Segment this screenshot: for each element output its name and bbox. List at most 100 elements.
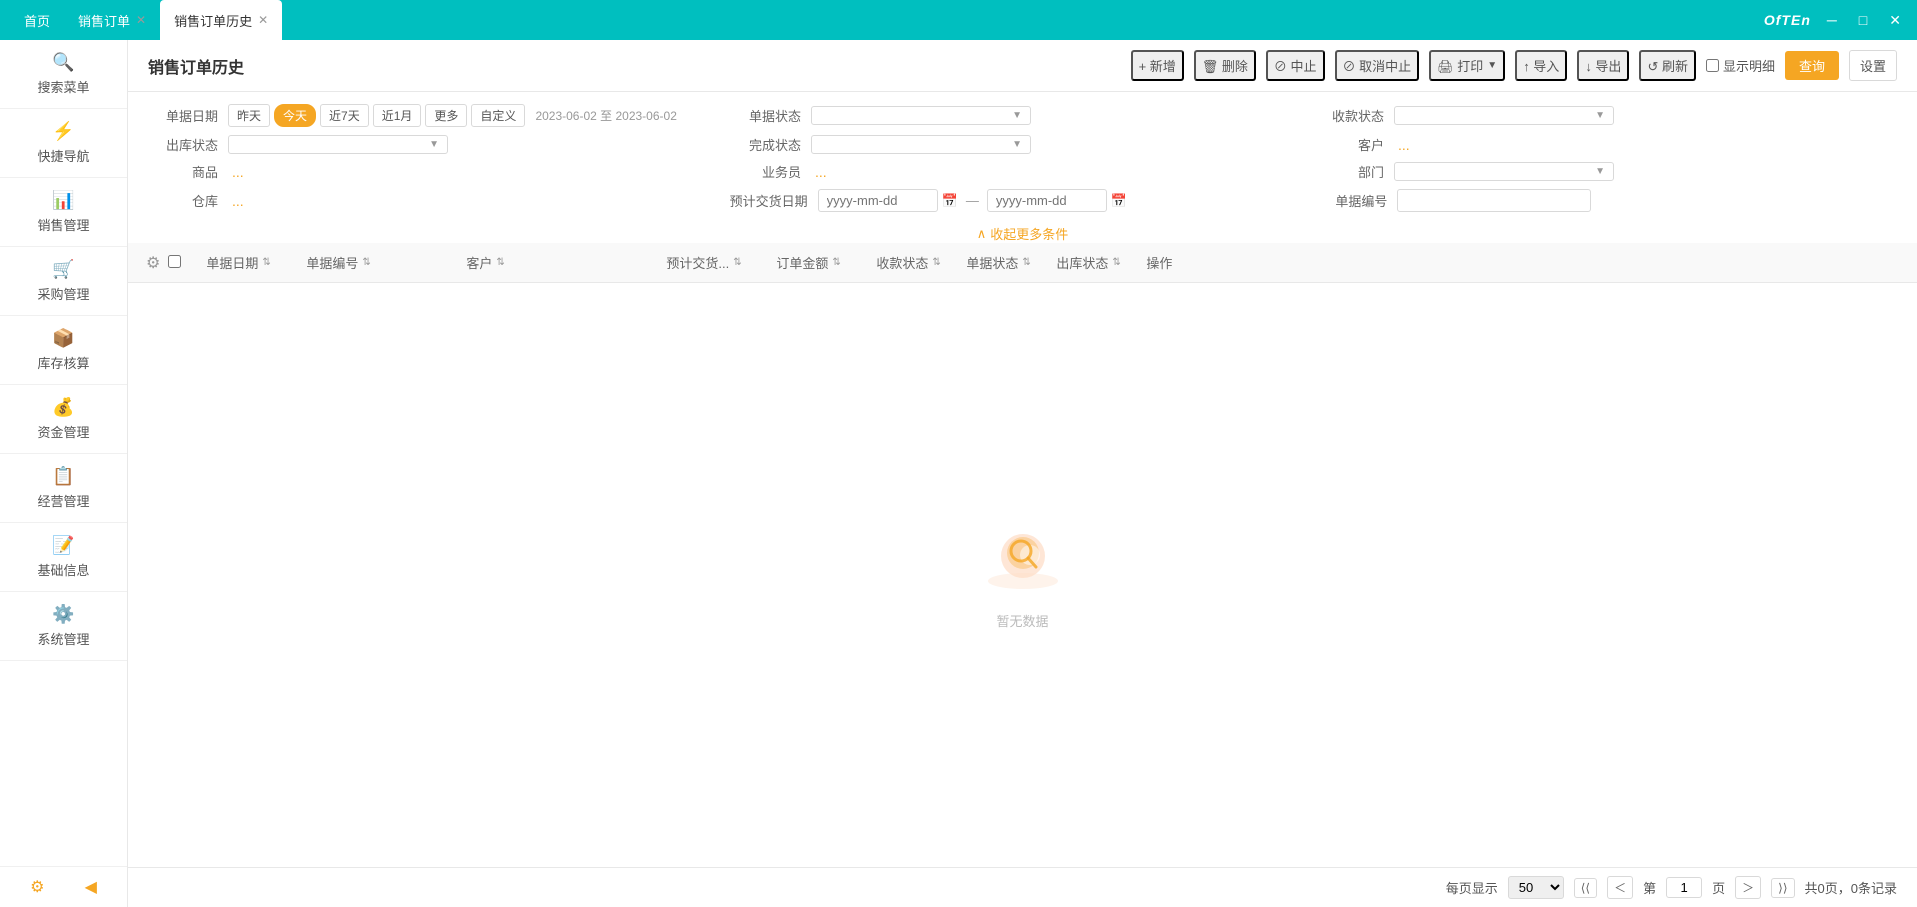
th-delivery[interactable]: 预计交货... ⇅ xyxy=(658,253,768,272)
page-size-select[interactable]: 50 10 20 100 xyxy=(1508,876,1564,899)
tab-sales-order[interactable]: 销售订单 ✕ xyxy=(64,0,160,40)
date-btn-yesterday[interactable]: 昨天 xyxy=(228,104,270,127)
th-delivery-sort-icon: ⇅ xyxy=(733,257,741,268)
collapse-sidebar-icon[interactable]: ◀ xyxy=(85,877,97,897)
minimize-button[interactable]: ─ xyxy=(1821,10,1843,30)
export-button[interactable]: ↓ 导出 xyxy=(1577,50,1629,81)
add-button[interactable]: + 新增 xyxy=(1131,50,1184,81)
sidebar-item-inventory[interactable]: 📦 库存核算 xyxy=(0,316,127,385)
complete-dropdown-icon: ▼ xyxy=(1012,139,1022,150)
salesperson-ellipsis-btn[interactable]: ... xyxy=(811,164,831,180)
filter-panel: 单据日期 昨天 今天 近7天 近1月 更多 自定义 2023-06-02 至 2… xyxy=(128,92,1917,243)
th-payment-label: 收款状态 xyxy=(876,253,928,272)
maximize-button[interactable]: □ xyxy=(1853,10,1873,30)
cancel-stop-button[interactable]: ⊘ 取消中止 xyxy=(1335,50,1420,81)
table-settings-icon[interactable]: ⚙ xyxy=(138,253,168,273)
goods-label: 商品 xyxy=(148,162,228,181)
sidebar-item-operation[interactable]: 📋 经营管理 xyxy=(0,454,127,523)
warehouse-ellipsis-btn[interactable]: ... xyxy=(228,193,248,209)
import-button-label: ↑ 导入 xyxy=(1523,56,1559,75)
sidebar-item-system[interactable]: ⚙️ 系统管理 xyxy=(0,592,127,661)
empty-illustration xyxy=(978,521,1068,601)
display-detail-check[interactable] xyxy=(1706,59,1719,72)
warehouse-filter-control: ... xyxy=(228,193,728,209)
last-page-button[interactable]: ⟩⟩ xyxy=(1771,878,1794,898)
cal-from-icon[interactable]: 📅 xyxy=(942,193,958,209)
warehouse-label: 仓库 xyxy=(148,191,228,210)
th-outstatus-label: 出库状态 xyxy=(1056,253,1108,272)
tab-sales-order-close[interactable]: ✕ xyxy=(136,13,146,27)
date-btn-7days[interactable]: 近7天 xyxy=(320,104,369,127)
first-page-button[interactable]: ⟨⟨ xyxy=(1574,878,1597,898)
date-label: 单据日期 xyxy=(148,106,228,125)
quicknav-icon: ⚡ xyxy=(52,121,74,142)
sidebar-item-sales[interactable]: 📊 销售管理 xyxy=(0,178,127,247)
department-dropdown-icon: ▼ xyxy=(1595,166,1605,177)
date-range-text: 2023-06-02 至 2023-06-02 xyxy=(535,107,676,124)
close-button[interactable]: ✕ xyxy=(1883,10,1907,31)
display-detail-checkbox[interactable]: 显示明细 xyxy=(1706,56,1775,75)
delivery-date-from[interactable] xyxy=(818,189,938,212)
finance-icon: 💰 xyxy=(52,397,74,418)
current-page-input[interactable] xyxy=(1666,877,1702,898)
th-date-sort-icon: ⇅ xyxy=(262,257,270,268)
print-button[interactable]: 🖨 打印 ▼ xyxy=(1429,50,1505,81)
th-docstatus[interactable]: 单据状态 ⇅ xyxy=(958,253,1048,272)
settings-gear-icon[interactable]: ⚙ xyxy=(30,877,44,897)
department-select[interactable]: ▼ xyxy=(1394,162,1614,181)
select-all-checkbox[interactable] xyxy=(168,255,181,268)
sidebar-item-search[interactable]: 🔍 搜索菜单 xyxy=(0,40,127,109)
cal-to-icon[interactable]: 📅 xyxy=(1111,193,1127,209)
th-date[interactable]: 单据日期 ⇅ xyxy=(198,253,298,272)
query-button[interactable]: 查询 xyxy=(1785,51,1839,80)
th-docno[interactable]: 单据编号 ⇅ xyxy=(298,253,458,272)
sidebar-item-purchase[interactable]: 🛒 采购管理 xyxy=(0,247,127,316)
table-area: ⚙ 单据日期 ⇅ 单据编号 ⇅ 客户 ⇅ 预计交货... xyxy=(128,243,1917,867)
page-header: 销售订单历史 + 新增 🗑 删除 ⊘ 中止 ⊘ 取消中止 🖨 打印 ▼ xyxy=(128,40,1917,92)
delete-button[interactable]: 🗑 删除 xyxy=(1194,50,1256,81)
delivery-date-filter-control: 📅 — 📅 xyxy=(818,189,1318,212)
date-dash: — xyxy=(966,193,979,208)
th-outstatus-sort-icon: ⇅ xyxy=(1112,257,1120,268)
collapse-more-btn[interactable]: ∧ 收起更多条件 xyxy=(148,220,1897,243)
import-button[interactable]: ↑ 导入 xyxy=(1515,50,1567,81)
date-btn-1month[interactable]: 近1月 xyxy=(373,104,422,127)
next-page-button[interactable]: ＞ xyxy=(1735,876,1761,899)
prev-page-button[interactable]: ＜ xyxy=(1607,876,1633,899)
th-amount[interactable]: 订单金额 ⇅ xyxy=(768,253,868,272)
sidebar-item-quicknav[interactable]: ⚡ 快捷导航 xyxy=(0,109,127,178)
filter-row-3: 商品 ... 业务员 ... 部门 ▼ xyxy=(148,162,1897,181)
tab-sales-order-history-close[interactable]: ✕ xyxy=(258,13,268,27)
settings-button[interactable]: 设置 xyxy=(1849,50,1897,81)
date-btn-more[interactable]: 更多 xyxy=(425,104,467,127)
tab-home[interactable]: 首页 xyxy=(10,0,64,40)
complete-select[interactable]: ▼ xyxy=(811,135,1031,154)
goods-ellipsis-btn[interactable]: ... xyxy=(228,164,248,180)
sidebar-item-finance-label: 资金管理 xyxy=(37,422,89,441)
select-all-checkbox-col[interactable] xyxy=(168,255,198,271)
th-outstatus[interactable]: 出库状态 ⇅ xyxy=(1048,253,1138,272)
delivery-date-to[interactable] xyxy=(987,189,1107,212)
out-status-select[interactable]: ▼ xyxy=(228,135,448,154)
th-customer[interactable]: 客户 ⇅ xyxy=(458,253,658,272)
operation-icon: 📋 xyxy=(52,466,74,487)
docno-input[interactable] xyxy=(1397,189,1591,212)
tab-sales-order-history[interactable]: 销售订单历史 ✕ xyxy=(160,0,282,40)
status-select[interactable]: ▼ xyxy=(811,106,1031,125)
sidebar-item-basic[interactable]: 📝 基础信息 xyxy=(0,523,127,592)
payment-select[interactable]: ▼ xyxy=(1394,106,1614,125)
date-btn-custom[interactable]: 自定义 xyxy=(471,104,525,127)
tab-sales-order-history-label: 销售订单历史 xyxy=(174,11,252,30)
page-title: 销售订单历史 xyxy=(148,54,244,78)
date-btn-today[interactable]: 今天 xyxy=(274,104,316,127)
total-info: 共0页，0条记录 xyxy=(1805,878,1897,897)
department-label: 部门 xyxy=(1314,162,1394,181)
print-dropdown-icon[interactable]: ▼ xyxy=(1487,60,1497,71)
refresh-button[interactable]: ↺ 刷新 xyxy=(1639,50,1696,81)
customer-ellipsis-btn[interactable]: ... xyxy=(1394,137,1414,153)
display-detail-label: 显示明细 xyxy=(1723,56,1775,75)
stop-button[interactable]: ⊘ 中止 xyxy=(1266,50,1325,81)
sidebar-item-finance[interactable]: 💰 资金管理 xyxy=(0,385,127,454)
salesperson-label: 业务员 xyxy=(731,162,811,181)
th-payment[interactable]: 收款状态 ⇅ xyxy=(868,253,958,272)
